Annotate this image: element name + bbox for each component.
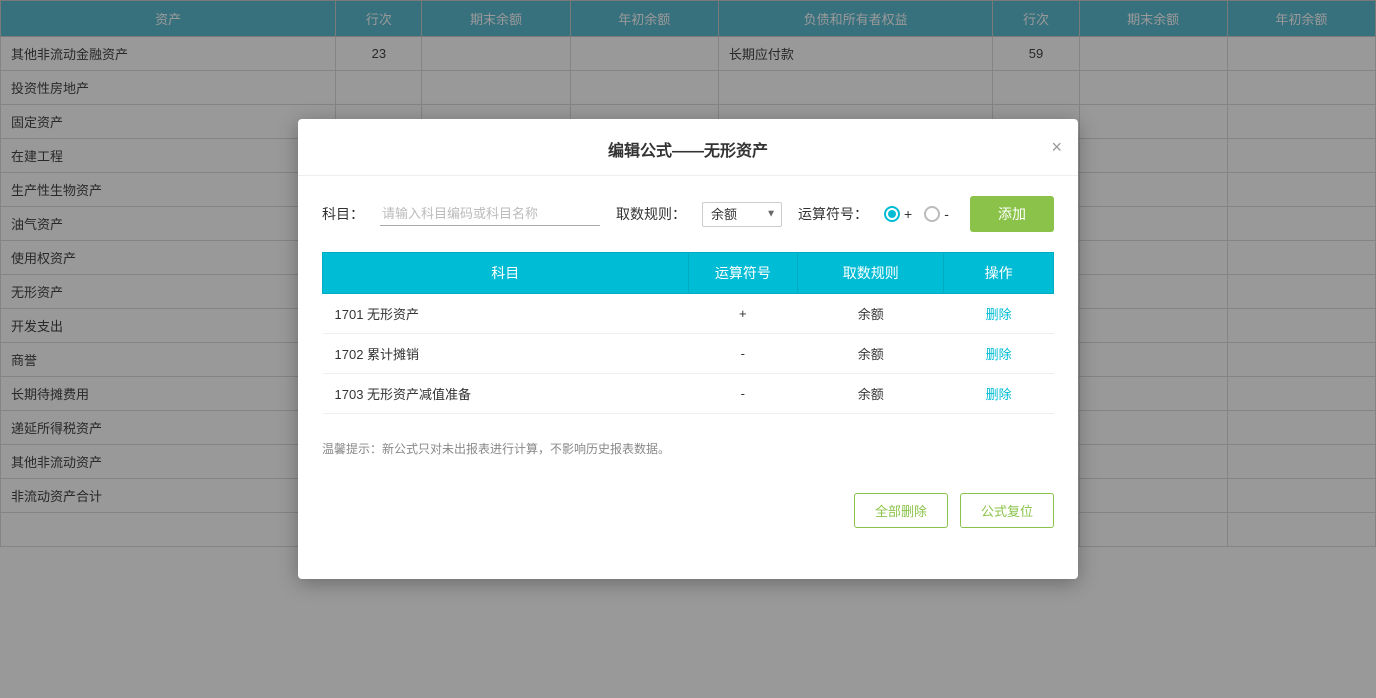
subject-label: 科目：: [322, 204, 364, 224]
modal-overlay: 编辑公式——无形资产 × 科目： 取数规则： 余额 借方 贷方 ▼ 运算符号：: [0, 0, 1376, 698]
table-header-rule: 取数规则: [798, 253, 944, 294]
table-header-action: 操作: [944, 253, 1054, 294]
table-row: 1701 无形资产+余额 删除: [323, 294, 1054, 334]
row-operator: -: [688, 374, 798, 414]
operator-plus-radio[interactable]: +: [884, 206, 912, 222]
radio-plus-circle: [884, 206, 900, 222]
warning-message: 温馨提示：新公式只对未出报表进行计算，不影响历史报表数据。: [322, 442, 670, 456]
table-row: 1702 累计摊销-余额 删除: [323, 334, 1054, 374]
row-rule: 余额: [798, 294, 944, 334]
row-subject: 1701 无形资产: [323, 294, 689, 334]
row-rule: 余额: [798, 334, 944, 374]
modal-footer: 全部删除 公式复位: [298, 493, 1078, 548]
fetch-rule-select-wrapper: 余额 借方 贷方 ▼: [702, 202, 782, 227]
row-action: 删除: [944, 334, 1054, 374]
subject-input[interactable]: [380, 202, 600, 226]
modal-body: 科目： 取数规则： 余额 借方 贷方 ▼ 运算符号： +: [298, 176, 1078, 493]
modal-close-button[interactable]: ×: [1051, 138, 1062, 156]
fetch-rule-select[interactable]: 余额 借方 贷方: [702, 202, 782, 227]
operator-label: 运算符号：: [798, 204, 868, 224]
modal-dialog: 编辑公式——无形资产 × 科目： 取数规则： 余额 借方 贷方 ▼ 运算符号：: [298, 119, 1078, 579]
operator-minus-label: -: [944, 206, 949, 222]
warning-text: 温馨提示：新公式只对未出报表进行计算，不影响历史报表数据。: [322, 430, 1054, 473]
radio-minus-circle: [924, 206, 940, 222]
operator-radio-group: + -: [884, 206, 949, 222]
row-operator: +: [688, 294, 798, 334]
modal-header: 编辑公式——无形资产 ×: [298, 119, 1078, 176]
formula-reset-button[interactable]: 公式复位: [960, 493, 1054, 528]
row-operator: -: [688, 334, 798, 374]
fetch-rule-label: 取数规则：: [616, 204, 686, 224]
row-rule: 余额: [798, 374, 944, 414]
operator-minus-radio[interactable]: -: [924, 206, 949, 222]
delete-link[interactable]: 删除: [986, 307, 1012, 322]
add-button[interactable]: 添加: [970, 196, 1054, 232]
row-subject: 1703 无形资产减值准备: [323, 374, 689, 414]
operator-plus-label: +: [904, 206, 912, 222]
delete-all-button[interactable]: 全部删除: [854, 493, 948, 528]
delete-link[interactable]: 删除: [986, 387, 1012, 402]
table-header-subject: 科目: [323, 253, 689, 294]
form-row: 科目： 取数规则： 余额 借方 贷方 ▼ 运算符号： +: [322, 196, 1054, 232]
table-header-operator: 运算符号: [688, 253, 798, 294]
modal-title: 编辑公式——无形资产: [608, 143, 768, 160]
table-row: 1703 无形资产减值准备-余额 删除: [323, 374, 1054, 414]
formula-table: 科目 运算符号 取数规则 操作 1701 无形资产+余额删除1702 累计摊销-…: [322, 252, 1054, 414]
row-action: 删除: [944, 374, 1054, 414]
row-action: 删除: [944, 294, 1054, 334]
delete-link[interactable]: 删除: [986, 347, 1012, 362]
row-subject: 1702 累计摊销: [323, 334, 689, 374]
